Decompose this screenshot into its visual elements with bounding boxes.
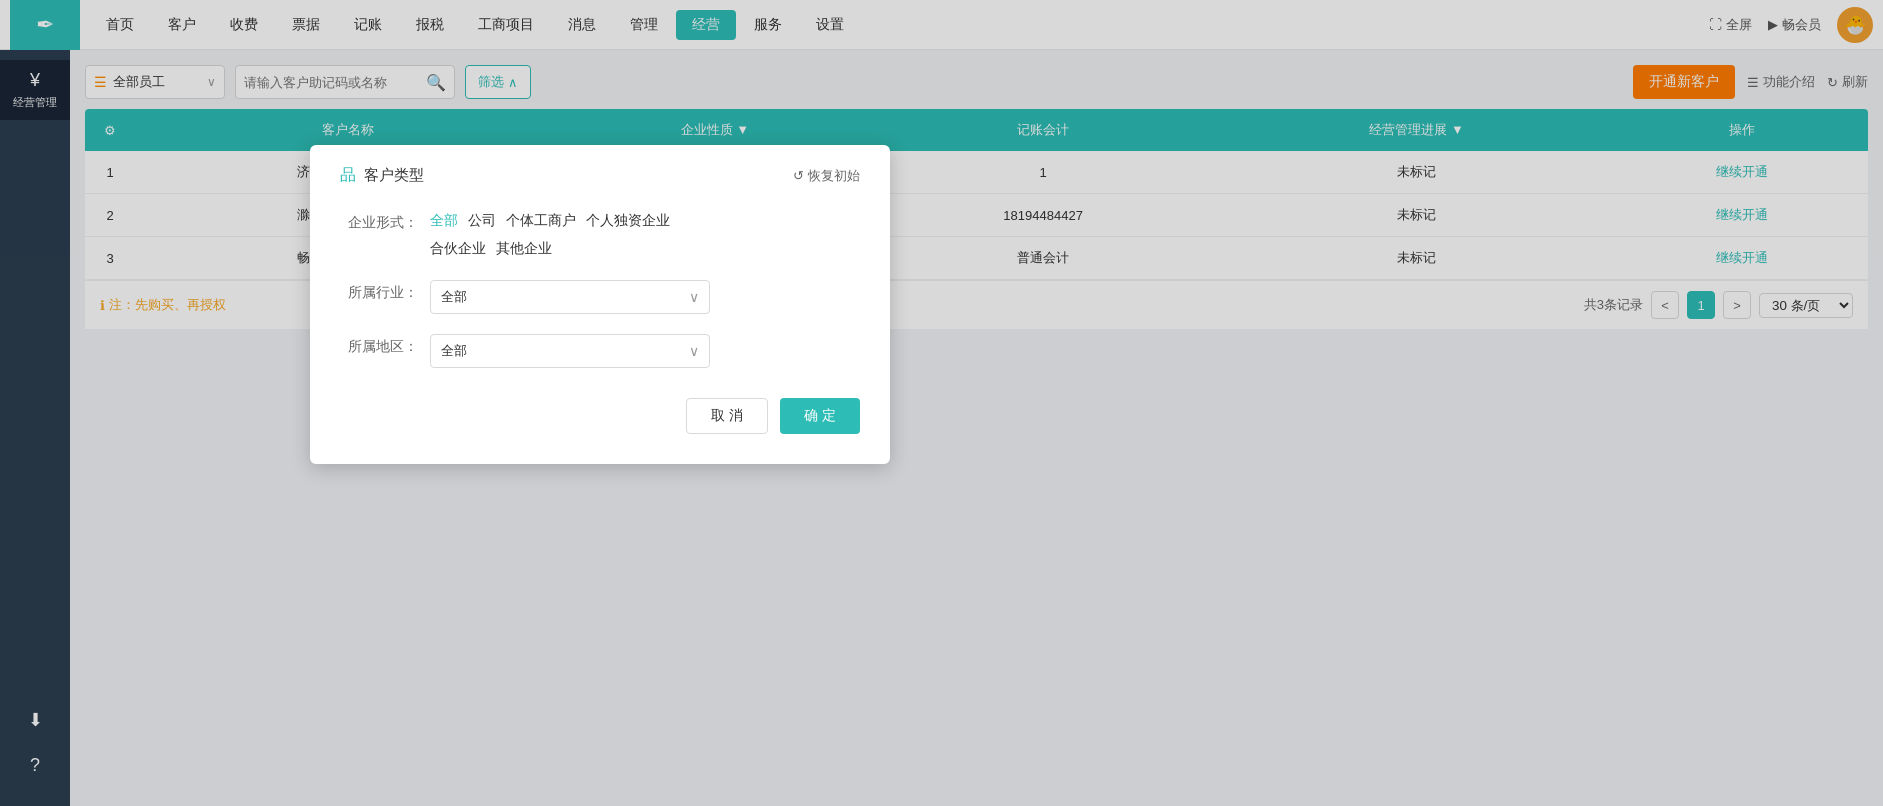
region-label: 所属地区： xyxy=(340,334,430,356)
industry-arrow-icon: ∨ xyxy=(689,289,699,305)
modal-title-icon: 品 xyxy=(340,165,356,186)
reset-button[interactable]: ↺ 恢复初始 xyxy=(793,167,860,185)
industry-value: 全部 xyxy=(441,288,467,306)
option-company[interactable]: 公司 xyxy=(468,210,496,232)
cancel-button[interactable]: 取 消 xyxy=(686,398,768,434)
enterprise-form-options-area: 全部 公司 个体工商户 个人独资企业 合伙企业 其他企业 xyxy=(430,210,860,260)
modal-title-area: 品 客户类型 xyxy=(340,165,424,186)
enterprise-form-row: 企业形式： 全部 公司 个体工商户 个人独资企业 合伙企业 其他企业 xyxy=(340,210,860,260)
reset-icon: ↺ xyxy=(793,168,804,183)
modal-title: 客户类型 xyxy=(364,166,424,185)
filter-modal: 品 客户类型 ↺ 恢复初始 企业形式： 全部 公司 个体工商户 个人独资企业 合… xyxy=(310,145,890,464)
modal-header: 品 客户类型 ↺ 恢复初始 xyxy=(340,165,860,186)
region-row: 所属地区： 全部 ∨ xyxy=(340,334,860,368)
industry-label: 所属行业： xyxy=(340,280,430,302)
enterprise-form-label: 企业形式： xyxy=(340,210,430,232)
region-arrow-icon: ∨ xyxy=(689,343,699,359)
industry-select[interactable]: 全部 ∨ xyxy=(430,280,710,314)
option-sole[interactable]: 个人独资企业 xyxy=(586,210,670,232)
region-select[interactable]: 全部 ∨ xyxy=(430,334,710,368)
reset-label: 恢复初始 xyxy=(808,167,860,185)
enterprise-form-options: 全部 公司 个体工商户 个人独资企业 xyxy=(430,210,860,232)
option-individual[interactable]: 个体工商户 xyxy=(506,210,576,232)
enterprise-form-options-row2: 合伙企业 其他企业 xyxy=(430,238,860,260)
modal-overlay: 品 客户类型 ↺ 恢复初始 企业形式： 全部 公司 个体工商户 个人独资企业 合… xyxy=(0,0,1883,806)
industry-row: 所属行业： 全部 ∨ xyxy=(340,280,860,314)
modal-footer: 取 消 确 定 xyxy=(340,398,860,434)
option-all[interactable]: 全部 xyxy=(430,210,458,232)
option-partnership[interactable]: 合伙企业 xyxy=(430,238,486,260)
region-value: 全部 xyxy=(441,342,467,360)
confirm-button[interactable]: 确 定 xyxy=(780,398,860,434)
option-other[interactable]: 其他企业 xyxy=(496,238,552,260)
